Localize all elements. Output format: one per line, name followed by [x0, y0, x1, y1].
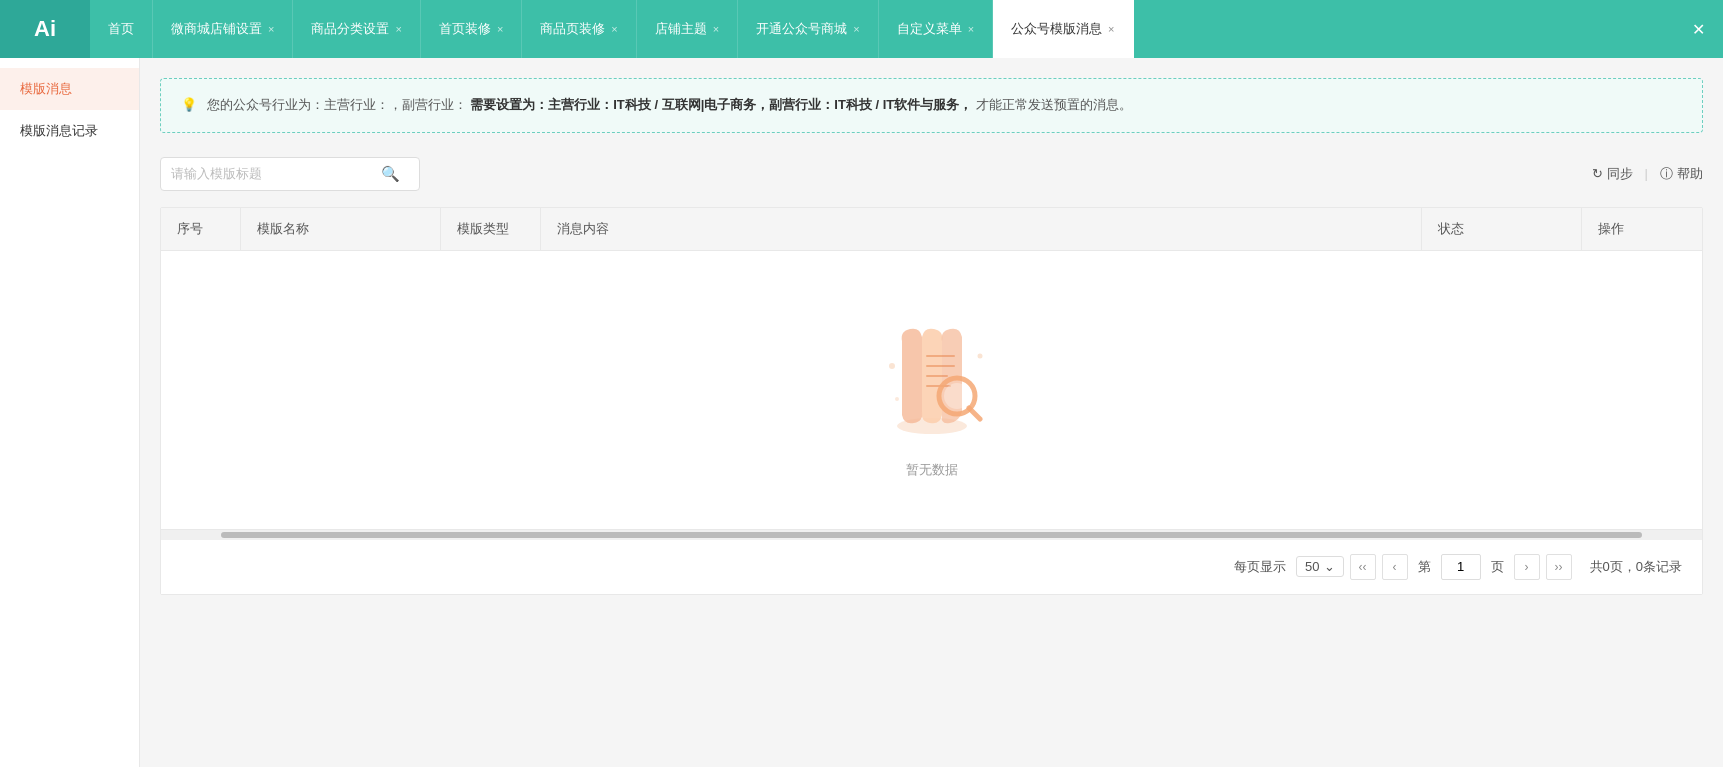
next-page-button[interactable]: › — [1514, 554, 1540, 580]
nav-tab-8[interactable]: 公众号模版消息 × — [993, 0, 1133, 58]
page-label-after: 页 — [1491, 558, 1504, 576]
col-status: 状态 — [1422, 208, 1582, 250]
svg-line-7 — [969, 408, 980, 419]
col-type: 模版类型 — [441, 208, 541, 250]
col-seq: 序号 — [161, 208, 241, 250]
total-info: 共0页，0条记录 — [1590, 558, 1682, 576]
page-input[interactable] — [1441, 554, 1481, 580]
content-area: 💡 您的公众号行业为：主营行业：，副营行业： 需要设置为：主营行业：IT科技 /… — [140, 58, 1723, 767]
empty-state: 暂无数据 — [161, 251, 1702, 529]
nav-tab-1[interactable]: 微商城店铺设置 × — [153, 0, 293, 58]
nav-tab-4[interactable]: 商品页装修 × — [522, 0, 636, 58]
svg-point-6 — [944, 383, 970, 409]
top-nav: Ai 首页微商城店铺设置×商品分类设置×首页装修×商品页装修×店铺主题×开通公众… — [0, 0, 1723, 58]
nav-tab-label: 开通公众号商城 — [756, 20, 847, 38]
nav-tab-close[interactable]: × — [497, 23, 503, 35]
nav-tab-close[interactable]: × — [968, 23, 974, 35]
page-size-value: 50 — [1305, 559, 1319, 574]
first-page-button[interactable]: ‹‹ — [1350, 554, 1376, 580]
close-all-button[interactable]: ✕ — [1673, 0, 1723, 58]
chevron-down-icon: ⌄ — [1324, 559, 1335, 574]
scrollbar-thumb[interactable] — [221, 532, 1642, 538]
nav-tab-label: 自定义菜单 — [897, 20, 962, 38]
nav-tab-label: 微商城店铺设置 — [171, 20, 262, 38]
prev-page-button[interactable]: ‹ — [1382, 554, 1408, 580]
svg-point-8 — [889, 363, 895, 369]
last-page-button[interactable]: ›› — [1546, 554, 1572, 580]
nav-tab-close[interactable]: × — [395, 23, 401, 35]
search-actions: ↻ 同步 | ⓘ 帮助 — [1592, 165, 1703, 183]
sync-button[interactable]: ↻ 同步 — [1592, 165, 1633, 183]
pagination: 每页显示 50 ⌄ ‹‹ ‹ 第 页 › ›› 共0页，0条记录 — [161, 539, 1702, 594]
nav-tab-close[interactable]: × — [611, 23, 617, 35]
sync-label: 同步 — [1607, 165, 1633, 183]
search-button[interactable]: 🔍 — [381, 165, 400, 183]
nav-tab-0[interactable]: 首页 — [90, 0, 153, 58]
nav-tab-label: 公众号模版消息 — [1011, 20, 1102, 38]
page-size-select[interactable]: 50 ⌄ — [1296, 556, 1343, 577]
page-label-before: 第 — [1418, 558, 1431, 576]
notice-icon: 💡 — [181, 97, 197, 112]
page-size-label: 每页显示 — [1234, 558, 1286, 576]
nav-tab-3[interactable]: 首页装修 × — [421, 0, 522, 58]
svg-point-9 — [977, 353, 982, 358]
col-action: 操作 — [1582, 208, 1702, 250]
nav-tab-2[interactable]: 商品分类设置 × — [293, 0, 420, 58]
empty-icon — [872, 311, 992, 441]
main-layout: 模版消息模版消息记录 💡 您的公众号行业为：主营行业：，副营行业： 需要设置为：… — [0, 58, 1723, 767]
nav-tab-label: 商品分类设置 — [311, 20, 389, 38]
nav-tab-label: 商品页装修 — [540, 20, 605, 38]
notice-text-before: 您的公众号行业为：主营行业：，副营行业： — [207, 97, 467, 112]
empty-text: 暂无数据 — [906, 461, 958, 479]
sidebar: 模版消息模版消息记录 — [0, 58, 140, 767]
nav-tab-close[interactable]: × — [268, 23, 274, 35]
sidebar-item-1[interactable]: 模版消息记录 — [0, 110, 139, 152]
notice-highlight: 需要设置为：主营行业：IT科技 / 互联网|电子商务，副营行业：IT科技 / I… — [470, 97, 972, 112]
nav-tab-label: 首页装修 — [439, 20, 491, 38]
divider: | — [1645, 166, 1648, 181]
nav-tab-6[interactable]: 开通公众号商城 × — [738, 0, 878, 58]
nav-tab-close[interactable]: × — [853, 23, 859, 35]
search-bar: 🔍 ↻ 同步 | ⓘ 帮助 — [160, 157, 1703, 191]
help-button[interactable]: ⓘ 帮助 — [1660, 165, 1703, 183]
nav-tab-label: 店铺主题 — [655, 20, 707, 38]
nav-tab-5[interactable]: 店铺主题 × — [637, 0, 738, 58]
notice-text-after: 才能正常发送预置的消息。 — [976, 97, 1132, 112]
notice-box: 💡 您的公众号行业为：主营行业：，副营行业： 需要设置为：主营行业：IT科技 /… — [160, 78, 1703, 133]
search-input-wrap[interactable]: 🔍 — [160, 157, 420, 191]
table-header: 序号 模版名称 模版类型 消息内容 状态 操作 — [161, 208, 1702, 251]
col-name: 模版名称 — [241, 208, 441, 250]
sidebar-item-0[interactable]: 模版消息 — [0, 68, 139, 110]
search-input[interactable] — [171, 166, 381, 181]
nav-tab-7[interactable]: 自定义菜单 × — [879, 0, 993, 58]
sync-icon: ↻ — [1592, 166, 1603, 181]
col-content: 消息内容 — [541, 208, 1422, 250]
horizontal-scrollbar[interactable] — [161, 529, 1702, 539]
svg-point-10 — [895, 397, 899, 401]
nav-tab-close[interactable]: × — [713, 23, 719, 35]
help-label: 帮助 — [1677, 165, 1703, 183]
nav-tab-label: 首页 — [108, 20, 134, 38]
data-table: 序号 模版名称 模版类型 消息内容 状态 操作 — [160, 207, 1703, 595]
logo: Ai — [0, 0, 90, 58]
nav-tab-close[interactable]: × — [1108, 23, 1114, 35]
help-icon: ⓘ — [1660, 165, 1673, 183]
nav-tabs: 首页微商城店铺设置×商品分类设置×首页装修×商品页装修×店铺主题×开通公众号商城… — [90, 0, 1673, 58]
